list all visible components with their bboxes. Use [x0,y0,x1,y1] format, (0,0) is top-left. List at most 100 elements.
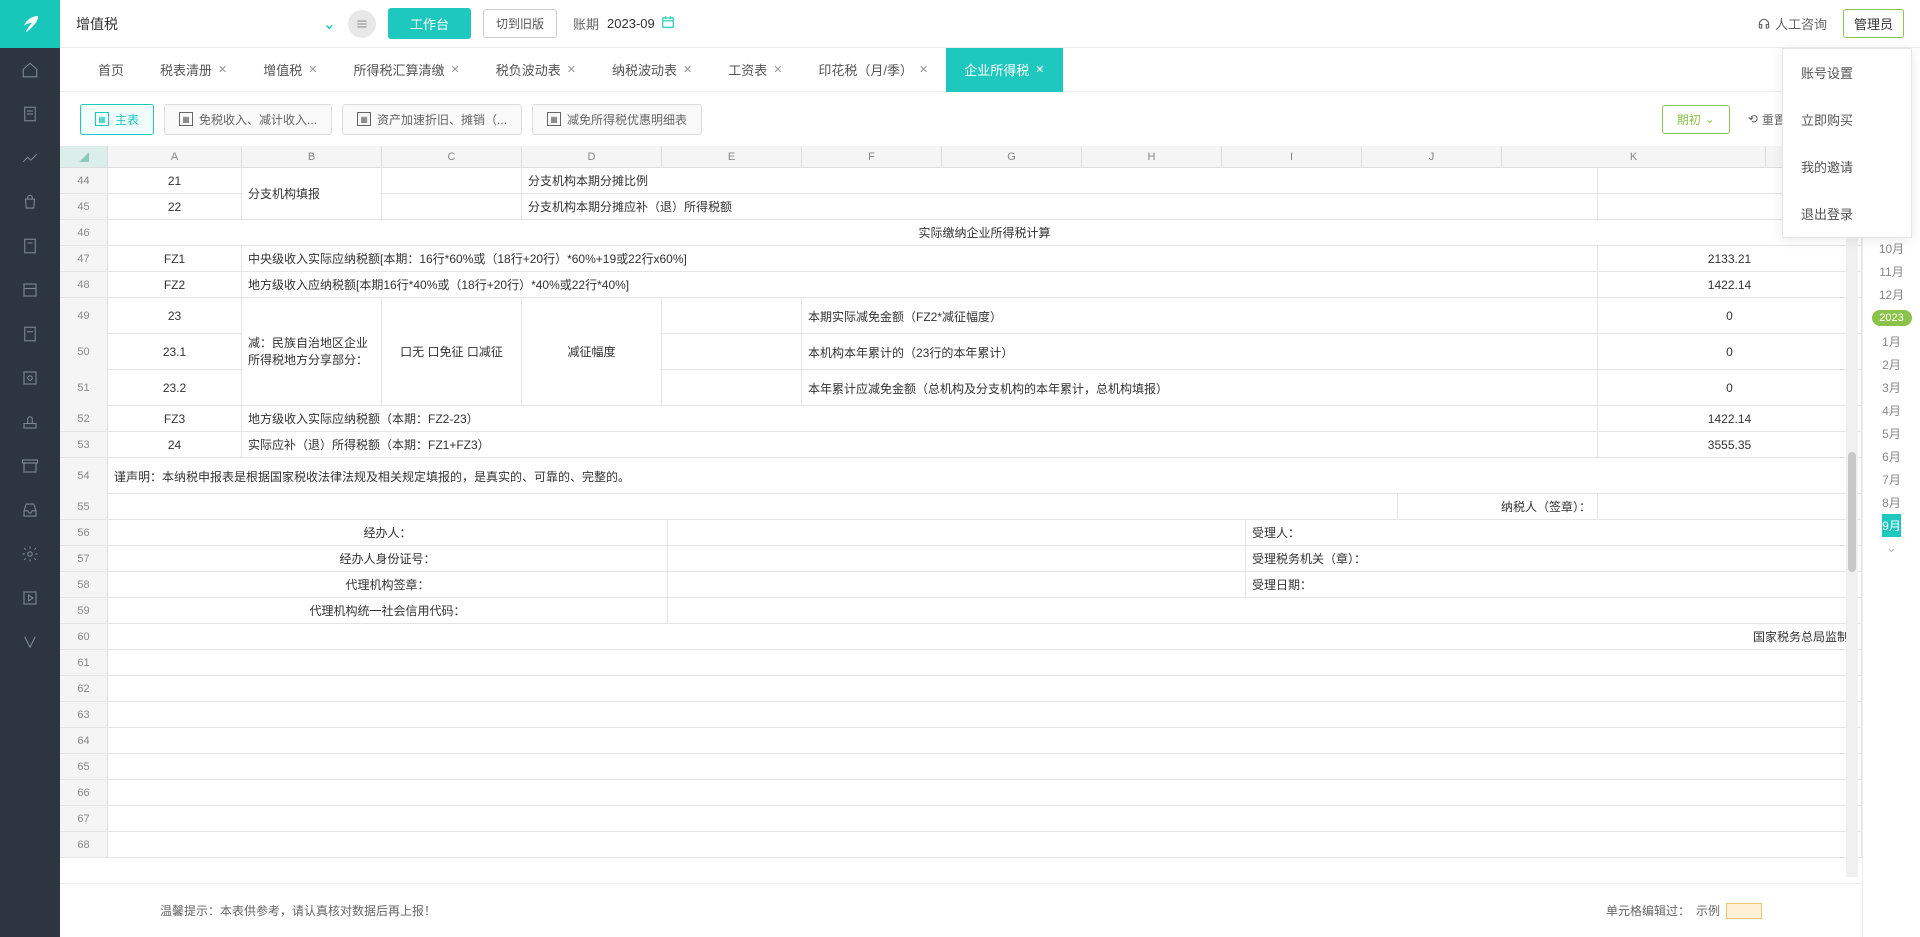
subtab[interactable]: ▦主表 [80,104,154,135]
scrollbar-thumb[interactable] [1848,452,1856,572]
row-number[interactable]: 44 [60,168,108,193]
cell[interactable] [382,168,522,193]
app-logo[interactable] [0,0,60,48]
list-toggle-icon[interactable] [348,10,376,38]
nav-play-icon[interactable] [0,576,60,620]
rail-month[interactable]: 4月 [1882,399,1901,422]
cell-value[interactable]: 3555.35 [1598,432,1862,457]
row-number[interactable]: 51 [60,370,108,406]
cell[interactable] [668,598,1862,623]
cell[interactable] [668,520,1246,545]
row-number[interactable]: 54 [60,458,108,494]
switch-old-button[interactable]: 切到旧版 [483,9,557,38]
col-header[interactable]: F [802,146,942,167]
consult-link[interactable]: 人工咨询 [1757,14,1827,33]
cell-value[interactable]: 0 [1598,334,1862,370]
cell[interactable] [108,832,1862,857]
close-icon[interactable]: ✕ [451,63,460,76]
cell[interactable]: 地方级收入实际应纳税额（本期：FZ2-23） [242,406,1598,431]
cell[interactable]: 24 [108,432,242,457]
nav-bag-icon[interactable] [0,180,60,224]
cell[interactable]: 地方级收入应纳税额[本期16行*40%或（18行+20行）*40%或22行*40… [242,272,1598,297]
cell[interactable] [108,806,1862,831]
rail-month[interactable]: 7月 [1882,468,1901,491]
cell[interactable]: 实际应补（退）所得税额（本期：FZ1+FZ3） [242,432,1598,457]
supervision-cell[interactable]: 国家税务总局监制 [108,624,1862,649]
row-number[interactable]: 52 [60,406,108,431]
cell[interactable]: 21 [108,168,242,193]
cell[interactable] [108,780,1862,805]
row-number[interactable]: 58 [60,572,108,597]
cell[interactable] [662,370,802,406]
sheet-body[interactable]: 44 45 21 22 分支机构填报 分支机构本期分摊比例 分支机构本期分摊应补… [60,168,1862,858]
col-header[interactable]: G [942,146,1082,167]
cell[interactable] [668,546,1246,571]
row-number[interactable]: 64 [60,728,108,753]
col-header[interactable]: K [1502,146,1766,167]
row-number[interactable]: 53 [60,432,108,457]
cell[interactable] [382,194,522,219]
tab-印花税（月/季）[interactable]: 印花税（月/季）✕ [800,48,946,92]
tab-增值税[interactable]: 增值税✕ [245,48,335,92]
rail-month[interactable]: 8月 [1882,491,1901,514]
cell[interactable] [108,754,1862,779]
calendar-icon[interactable] [661,15,675,32]
close-icon[interactable]: ✕ [308,63,317,76]
subtab[interactable]: ▦免税收入、减计收入... [164,104,332,135]
tab-首页[interactable]: 首页 [80,48,142,92]
cell[interactable]: 分支机构本期分摊应补（退）所得税额 [522,194,1598,219]
subtab[interactable]: ▦减免所得税优惠明细表 [532,104,702,135]
period-init-button[interactable]: 期初 ⌄ [1662,105,1730,134]
reset-button[interactable]: ⟲ 重置 [1748,111,1786,128]
cell[interactable]: 23 [108,298,242,334]
row-number[interactable]: 65 [60,754,108,779]
cell-merged[interactable]: 减：民族自治地区企业所得税地方分享部分： [242,298,382,406]
admin-menu-buy[interactable]: 立即购买 [1783,96,1911,143]
admin-button[interactable]: 管理员 [1843,9,1904,38]
rail-month[interactable]: 11月 [1879,260,1904,283]
rail-down-icon[interactable]: ⌄ [1886,539,1898,556]
nav-report-icon[interactable] [0,224,60,268]
nav-doc-icon[interactable] [0,92,60,136]
label-cell[interactable]: 经办人： [108,520,668,545]
cell[interactable]: 分支机构本期分摊比例 [522,168,1598,193]
label-cell[interactable]: 代理机构统一社会信用代码： [108,598,668,623]
label-cell[interactable]: 受理税务机关（章）： [1246,546,1862,571]
rail-month[interactable]: 2月 [1882,353,1901,376]
cell[interactable]: 22 [108,194,242,219]
rail-month[interactable]: 9月 [1882,514,1901,537]
rail-month[interactable]: 5月 [1882,422,1901,445]
close-icon[interactable]: ✕ [919,63,928,76]
nav-appr-icon[interactable] [0,356,60,400]
nav-calc-icon[interactable] [0,312,60,356]
declaration-cell[interactable]: 谨声明：本纳税申报表是根据国家税收法律法规及相关规定填报的，是真实的、可靠的、完… [108,458,1862,494]
taxpayer-sign-label[interactable]: 纳税人（签章）： [1398,494,1598,519]
row-number[interactable]: 48 [60,272,108,297]
rail-year-badge[interactable]: 2023 [1872,310,1912,326]
cell[interactable]: 本期实际减免金额（FZ2*减征幅度） [802,298,1598,334]
row-number[interactable]: 46 [60,220,108,245]
col-header[interactable]: E [662,146,802,167]
cell[interactable]: 23.1 [108,334,242,370]
row-number[interactable]: 47 [60,246,108,271]
nav-inbox-icon[interactable] [0,488,60,532]
cell[interactable] [1598,494,1862,519]
col-header[interactable]: C [382,146,522,167]
cell-merged[interactable]: 口无 口免征 口减征 [382,298,522,406]
close-icon[interactable]: ✕ [1035,63,1044,76]
cell[interactable] [108,702,1862,727]
cell-value[interactable]: 1422.14 [1598,406,1862,431]
row-number[interactable]: 56 [60,520,108,545]
tab-企业所得税[interactable]: 企业所得税✕ [946,48,1062,92]
rail-month[interactable]: 10月 [1879,237,1904,260]
close-icon[interactable]: ✕ [773,63,782,76]
row-number[interactable]: 66 [60,780,108,805]
row-number[interactable]: 59 [60,598,108,623]
row-number[interactable]: 45 [60,194,108,219]
admin-menu-invite[interactable]: 我的邀请 [1783,143,1911,190]
admin-menu-logout[interactable]: 退出登录 [1783,190,1911,237]
row-number[interactable]: 67 [60,806,108,831]
row-number[interactable]: 63 [60,702,108,727]
row-number[interactable]: 60 [60,624,108,649]
close-icon[interactable]: ✕ [683,63,692,76]
